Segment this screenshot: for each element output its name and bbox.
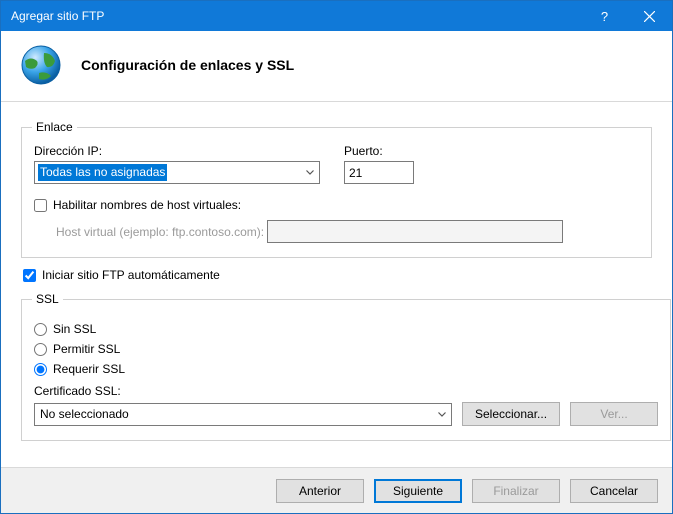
prev-button[interactable]: Anterior <box>276 479 364 503</box>
cert-select-button[interactable]: Seleccionar... <box>462 402 560 426</box>
enlace-group: Enlace Dirección IP: Todas las no asigna… <box>21 120 652 258</box>
ip-combo[interactable]: Todas las no asignadas <box>34 161 320 184</box>
ssl-group: SSL Sin SSL Permitir SSL Requerir SSL Ce… <box>21 292 671 441</box>
close-icon <box>644 11 655 22</box>
next-button[interactable]: Siguiente <box>374 479 462 503</box>
chevron-down-icon <box>433 404 451 425</box>
ip-value: Todas las no asignadas <box>38 164 167 181</box>
autostart-checkbox[interactable] <box>23 269 36 282</box>
page-title: Configuración de enlaces y SSL <box>81 57 294 73</box>
vhost-field-label: Host virtual (ejemplo: ftp.contoso.com): <box>56 225 264 239</box>
wizard-footer: Anterior Siguiente Finalizar Cancelar <box>1 467 672 513</box>
ip-label: Dirección IP: <box>34 144 320 158</box>
titlebar: Agregar sitio FTP ? <box>1 1 672 31</box>
ssl-allow-label: Permitir SSL <box>53 342 120 356</box>
close-button[interactable] <box>627 1 672 31</box>
ssl-allow-radio[interactable] <box>34 343 47 356</box>
wizard-body: Enlace Dirección IP: Todas las no asigna… <box>1 102 672 441</box>
help-button[interactable]: ? <box>582 1 627 31</box>
ssl-legend: SSL <box>32 292 63 306</box>
globe-icon <box>19 43 63 87</box>
port-label: Puerto: <box>344 144 414 158</box>
vhost-checkbox[interactable] <box>34 199 47 212</box>
cancel-button[interactable]: Cancelar <box>570 479 658 503</box>
autostart-label: Iniciar sitio FTP automáticamente <box>42 268 220 282</box>
cert-combo[interactable]: No seleccionado <box>34 403 452 426</box>
cert-label: Certificado SSL: <box>34 384 658 398</box>
vhost-input <box>267 220 563 243</box>
cert-view-button: Ver... <box>570 402 658 426</box>
ssl-none-label: Sin SSL <box>53 322 96 336</box>
ssl-require-label: Requerir SSL <box>53 362 125 376</box>
wizard-header: Configuración de enlaces y SSL <box>1 31 672 102</box>
window-title: Agregar sitio FTP <box>11 9 582 23</box>
chevron-down-icon <box>301 162 319 183</box>
ssl-require-radio[interactable] <box>34 363 47 376</box>
cert-value: No seleccionado <box>38 406 131 423</box>
enlace-legend: Enlace <box>32 120 77 134</box>
vhost-checkbox-label: Habilitar nombres de host virtuales: <box>53 198 241 212</box>
finish-button: Finalizar <box>472 479 560 503</box>
ssl-none-radio[interactable] <box>34 323 47 336</box>
port-input[interactable] <box>344 161 414 184</box>
